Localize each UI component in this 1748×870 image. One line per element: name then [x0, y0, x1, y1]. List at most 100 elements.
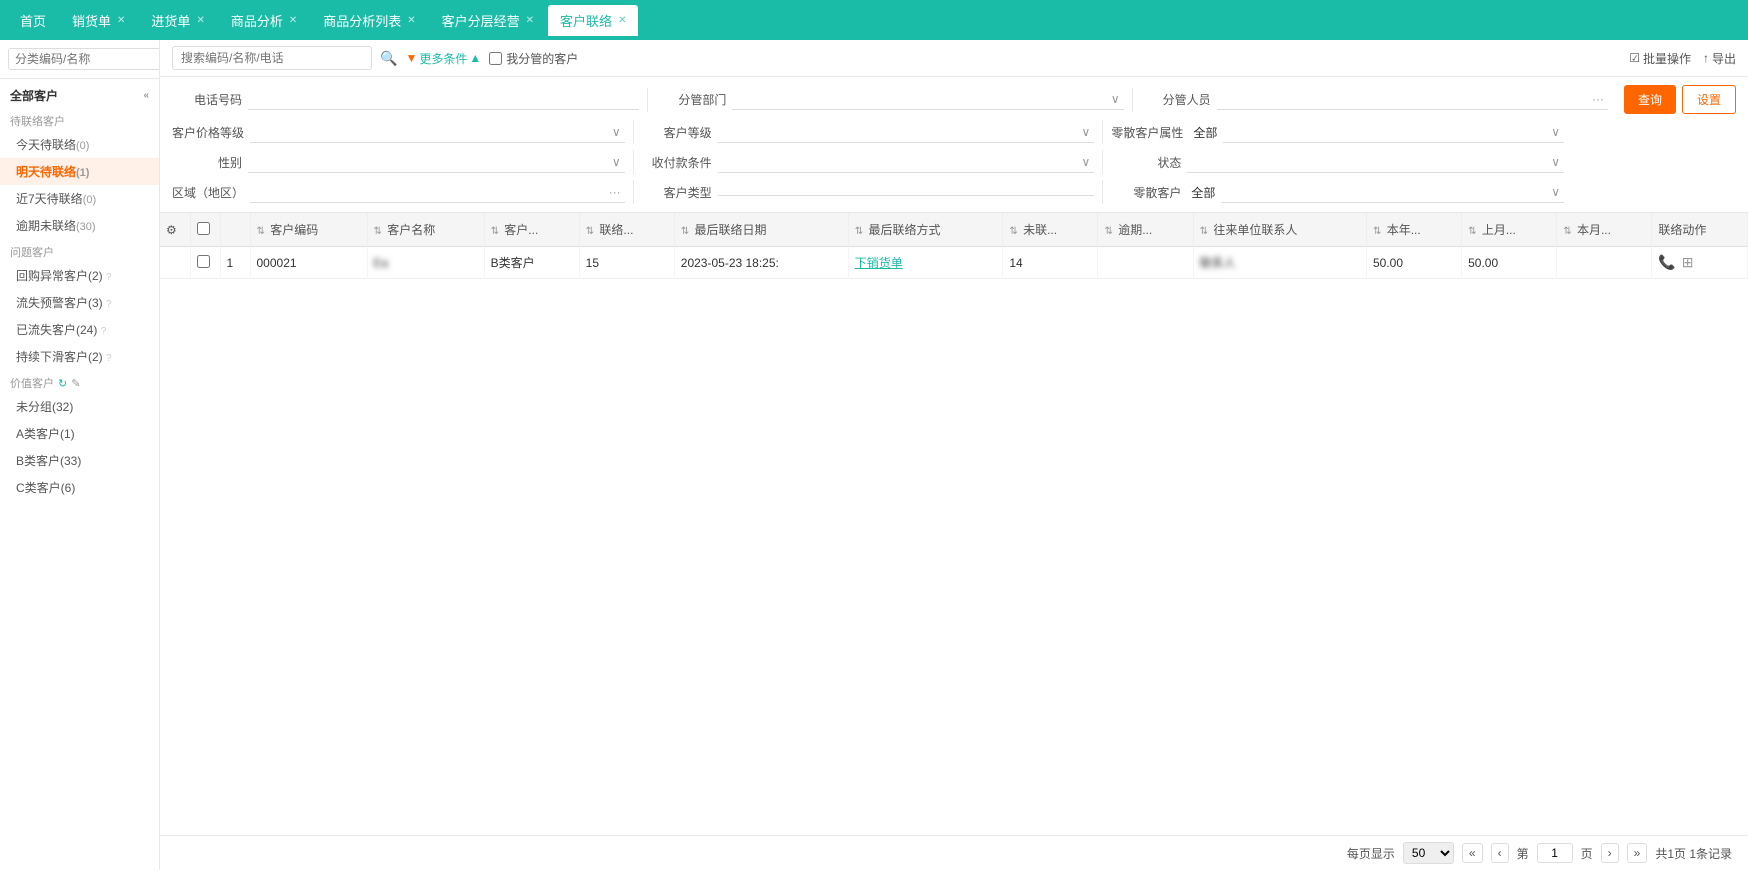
last-contact-link[interactable]: 下销货单: [855, 256, 903, 270]
more-conditions-button[interactable]: ▼ 更多条件 ▲: [405, 50, 481, 67]
col-this-year: ⇅ 本年...: [1366, 213, 1461, 247]
sidebar-item-churned[interactable]: 已流失客户(24) ?: [0, 316, 159, 343]
cell-actions: 📞 ⊞: [1652, 247, 1748, 279]
col-icon: ⇅: [257, 226, 265, 237]
sidebar-item-class-c[interactable]: C类客户(6): [0, 474, 159, 501]
first-page-button[interactable]: «: [1462, 843, 1483, 863]
search-input[interactable]: [172, 46, 372, 70]
close-icon[interactable]: ✕: [196, 15, 204, 26]
phone-action-icon[interactable]: 📞: [1658, 254, 1675, 271]
per-page-select[interactable]: 50 100 200: [1403, 842, 1454, 864]
sidebar-item-declining[interactable]: 持续下滑客户(2) ?: [0, 343, 159, 370]
dept-field: 分管部门 ∨: [656, 89, 1123, 110]
sidebar-search-input[interactable]: [8, 48, 160, 70]
col-icon: ⇅: [491, 226, 499, 237]
col-icon: ⇅: [374, 226, 382, 237]
nav-customer-layering[interactable]: 客户分层经营 ✕: [430, 5, 546, 36]
customer-level-select[interactable]: ∨: [718, 122, 1095, 143]
chevron-down-icon: ∨: [1551, 155, 1560, 169]
sidebar-problem-group-label: 问题客户: [0, 239, 159, 262]
batch-op-button[interactable]: ☑ 批量操作: [1629, 50, 1691, 67]
sidebar: 🔍 全部客户 « 待联络客户 今天待联络(0) 明天待联络(1) 近7天待联络(…: [0, 40, 160, 870]
sidebar-item-ungrouped[interactable]: 未分组(32): [0, 393, 159, 420]
nav-purchase-order[interactable]: 进货单 ✕: [139, 5, 216, 36]
cell-checkbox[interactable]: [190, 247, 220, 279]
col-overdue: ⇅ 逾期...: [1098, 213, 1193, 247]
settings-button[interactable]: 设置: [1682, 85, 1736, 114]
dept-select[interactable]: ∨: [732, 89, 1123, 110]
retail-customer-select[interactable]: ∨: [1221, 182, 1564, 203]
cell-this-month: [1557, 247, 1652, 279]
region-select[interactable]: ···: [250, 182, 625, 203]
close-icon[interactable]: ✕: [289, 15, 297, 26]
status-select[interactable]: ∨: [1187, 152, 1564, 173]
adv-filter-row-4: 区域（地区） ··· 客户类型 零散客户 全部 ∨: [172, 180, 1736, 204]
close-icon[interactable]: ✕: [117, 15, 125, 26]
chevron-up-icon: ▲: [469, 51, 481, 65]
divider: [633, 120, 634, 144]
prev-page-button[interactable]: ‹: [1491, 843, 1509, 863]
export-button[interactable]: ↑ 导出: [1703, 50, 1736, 67]
adv-filter-row-2: 客户价格等级 ∨ 客户等级 ∨ 零散客户属性 全部: [172, 120, 1736, 144]
sidebar-item-class-b[interactable]: B类客户(33): [0, 447, 159, 474]
col-checkbox[interactable]: [190, 213, 220, 247]
refresh-icon[interactable]: ↻: [58, 377, 67, 390]
col-customer-type: ⇅ 客户...: [484, 213, 579, 247]
action-icons: 📞 ⊞: [1658, 254, 1741, 271]
nav-product-analysis[interactable]: 商品分析 ✕: [219, 5, 309, 36]
col-icon: ⇅: [1373, 226, 1381, 237]
payment-terms-select[interactable]: ∨: [718, 152, 1095, 173]
table-row: 1 000021 Ea B类客户 15 2023-05-23 18:25: 下销…: [160, 247, 1748, 279]
nav-sales-order[interactable]: 销货单 ✕: [60, 5, 137, 36]
help-icon: ?: [106, 272, 112, 283]
search-button[interactable]: 🔍: [380, 50, 397, 67]
payment-terms-field: 收付款条件 ∨: [642, 152, 1095, 173]
cell-last-contact-date: 2023-05-23 18:25:: [674, 247, 848, 279]
gender-select[interactable]: ∨: [248, 152, 625, 173]
edit-icon[interactable]: ✎: [71, 377, 80, 390]
page-suffix: 页: [1581, 845, 1593, 862]
close-icon[interactable]: ✕: [526, 15, 534, 26]
select-all-checkbox[interactable]: [197, 222, 210, 235]
chevron-down-icon: ∨: [1082, 125, 1091, 139]
menu-action-icon[interactable]: ⊞: [1682, 254, 1694, 271]
sidebar-item-7day-contact[interactable]: 近7天待联络(0): [0, 185, 159, 212]
sidebar-item-churn-warning[interactable]: 流失预警客户(3) ?: [0, 289, 159, 316]
close-icon[interactable]: ✕: [407, 15, 415, 26]
phone-input[interactable]: [248, 89, 639, 110]
manager-field: 分管人员 ···: [1141, 89, 1608, 110]
nav-home[interactable]: 首页: [8, 5, 58, 36]
retail-attr-field: 零散客户属性 全部 ∨: [1111, 122, 1564, 143]
table-area: ⚙ ⇅ 客户编码 ⇅ 客户名称 ⇅ 客户...: [160, 213, 1748, 835]
customer-type-select[interactable]: [718, 189, 1095, 196]
sidebar-item-tomorrow-contact[interactable]: 明天待联络(1): [0, 158, 159, 185]
sidebar-item-class-a[interactable]: A类客户(1): [0, 420, 159, 447]
chevron-down-icon: ∨: [1551, 185, 1560, 199]
row-checkbox[interactable]: [197, 255, 210, 268]
sidebar-item-overdue-contact[interactable]: 逾期未联络(30): [0, 212, 159, 239]
col-num: [220, 213, 250, 247]
page-input[interactable]: [1537, 843, 1573, 863]
col-last-contact-method: ⇅ 最后联络方式: [848, 213, 1003, 247]
ellipsis-icon: ···: [1592, 92, 1604, 106]
next-page-button[interactable]: ›: [1601, 843, 1619, 863]
col-icon: ⇅: [1563, 226, 1571, 237]
sidebar-all-customers[interactable]: 全部客户 «: [0, 79, 159, 108]
sidebar-item-abnormal-repurchase[interactable]: 回购异常客户(2) ?: [0, 262, 159, 289]
nav-product-analysis-list[interactable]: 商品分析列表 ✕: [311, 5, 427, 36]
sidebar-item-today-contact[interactable]: 今天待联络(0): [0, 131, 159, 158]
cell-last-contact-method[interactable]: 下销货单: [848, 247, 1003, 279]
my-customers-checkbox[interactable]: [489, 52, 502, 65]
manager-select[interactable]: ···: [1217, 89, 1608, 110]
last-page-button[interactable]: »: [1627, 843, 1648, 863]
price-level-select[interactable]: ∨: [250, 122, 625, 143]
retail-attr-select[interactable]: ∨: [1223, 122, 1564, 143]
export-icon: ↑: [1703, 51, 1709, 65]
close-icon[interactable]: ✕: [618, 15, 626, 26]
my-customers-checkbox-label[interactable]: 我分管的客户: [489, 50, 578, 67]
query-button[interactable]: 查询: [1624, 85, 1676, 114]
col-settings[interactable]: ⚙: [160, 213, 190, 247]
help-icon: ?: [101, 326, 107, 337]
nav-customer-contact[interactable]: 客户联络 ✕: [548, 5, 638, 36]
checkbox-icon: ☑: [1629, 51, 1640, 65]
